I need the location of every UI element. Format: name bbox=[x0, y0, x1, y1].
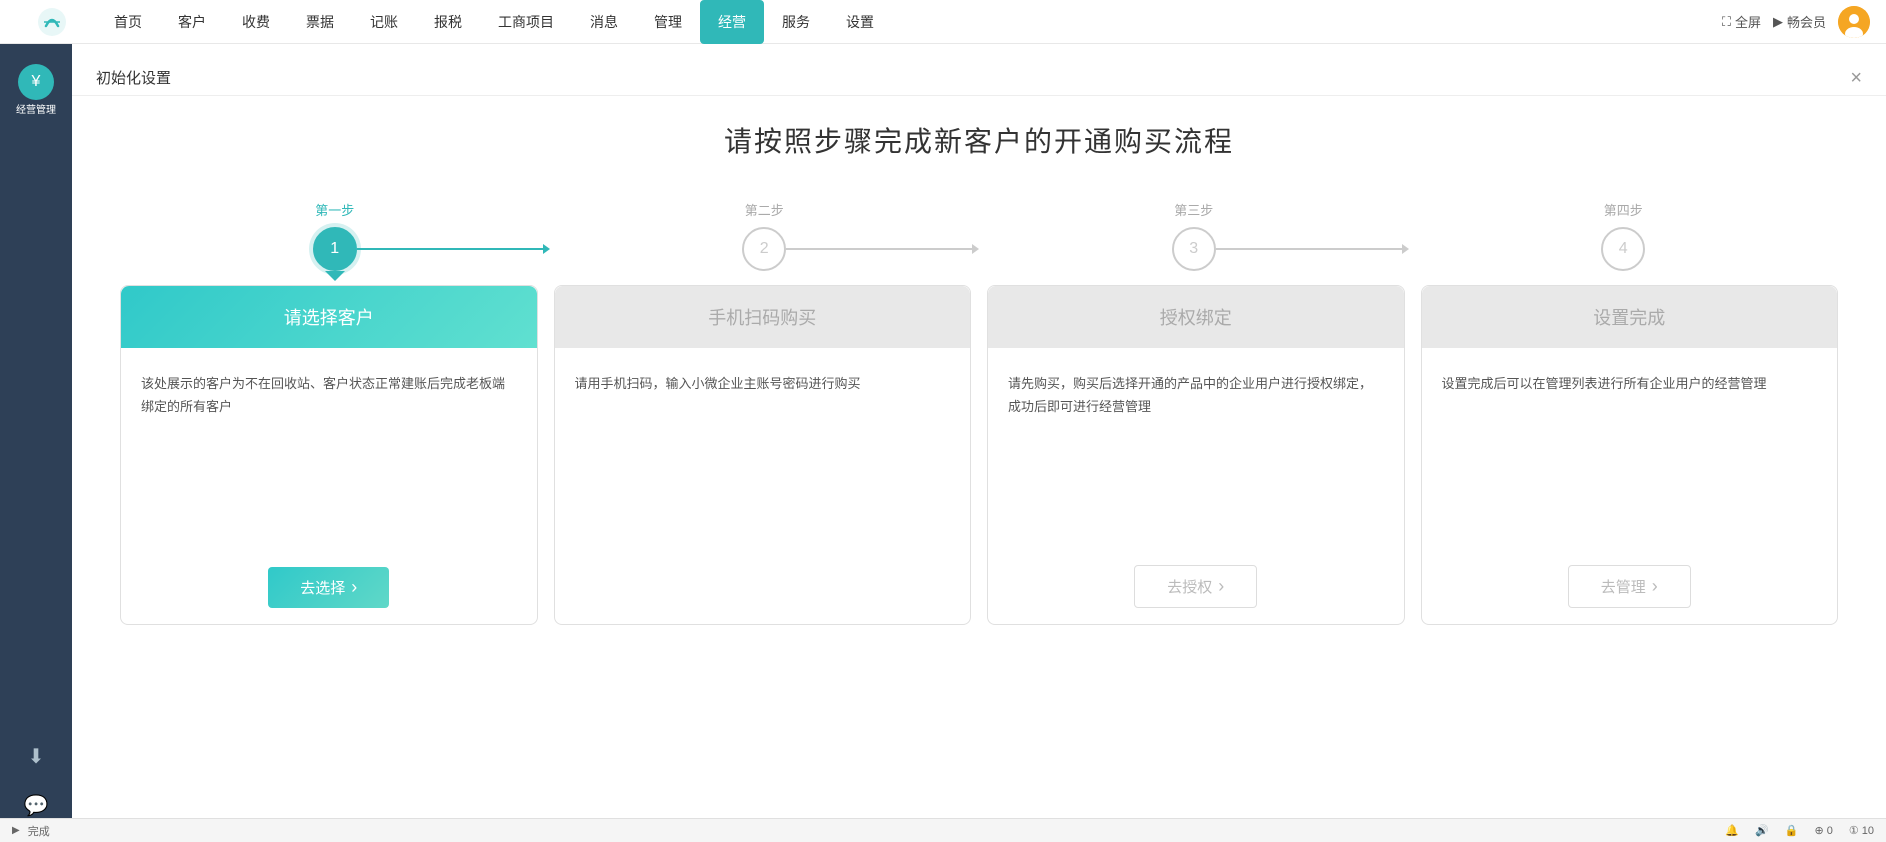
step3-card-header: 授权绑定 bbox=[988, 286, 1404, 348]
step1-circle: 1 bbox=[313, 227, 357, 271]
nav-fee[interactable]: 收费 bbox=[224, 0, 288, 44]
avatar[interactable] bbox=[1838, 6, 1870, 38]
nav-tax[interactable]: 报税 bbox=[416, 0, 480, 44]
vip-icon: ▶ bbox=[1773, 14, 1783, 30]
logo bbox=[16, 6, 88, 38]
step4-action-btn[interactable]: 去管理 › bbox=[1568, 565, 1691, 608]
step4-circle: 4 bbox=[1601, 227, 1645, 271]
cards-row: 请选择客户 该处展示的客户为不在回收站、客户状态正常建账后完成老板端绑定的所有客… bbox=[120, 285, 1838, 625]
nav-items: 首页 客户 收费 票据 记账 报税 工商项目 消息 管理 经营 服务 设置 bbox=[96, 0, 1722, 44]
step3-card-body: 请先购买，购买后选择开通的产品中的企业用户进行授权绑定，成功后即可进行经营管理 bbox=[988, 348, 1404, 549]
nav-settings[interactable]: 设置 bbox=[828, 0, 892, 44]
notify-icon: 🔔 bbox=[1725, 824, 1739, 837]
step3-action-btn[interactable]: 去授权 › bbox=[1134, 565, 1257, 608]
step1-card-footer: 去选择 › bbox=[121, 551, 537, 624]
fullscreen-btn[interactable]: ⛶ 全屏 bbox=[1722, 12, 1761, 31]
step3-circle: 3 bbox=[1172, 227, 1216, 271]
step1-card-body: 该处展示的客户为不在回收站、客户状态正常建账后完成老板端绑定的所有客户 bbox=[121, 348, 537, 551]
nav-service[interactable]: 服务 bbox=[764, 0, 828, 44]
nav-account[interactable]: 记账 bbox=[352, 0, 416, 44]
steps-section: 第一步 1 第二步 bbox=[120, 200, 1838, 625]
content-area: 请按照步骤完成新客户的开通购买流程 第一步 1 bbox=[72, 96, 1886, 818]
status-bar-right: 🔔 🔊 🔒 ⊕ 0 ① 10 bbox=[1725, 824, 1874, 837]
play-icon[interactable]: ▶ bbox=[12, 825, 20, 836]
step2-card-header: 手机扫码购买 bbox=[555, 286, 971, 348]
operation-icon: ¥ bbox=[18, 64, 54, 100]
page-header: 初始化设置 × bbox=[72, 44, 1886, 96]
step3-label: 第三步 bbox=[1154, 200, 1234, 219]
step1-action-btn[interactable]: 去选择 › bbox=[268, 567, 389, 608]
vip-btn[interactable]: ▶ 畅会员 bbox=[1773, 12, 1826, 31]
main-title: 请按照步骤完成新客户的开通购买流程 bbox=[724, 120, 1234, 160]
step4-card-header: 设置完成 bbox=[1422, 286, 1838, 348]
step4-card-body: 设置完成后可以在管理列表进行所有企业用户的经营管理 bbox=[1422, 348, 1838, 549]
step4-btn-arrow: › bbox=[1652, 576, 1658, 597]
volume-icon: 🔊 bbox=[1755, 824, 1769, 837]
step1-card-header: 请选择客户 bbox=[121, 286, 537, 348]
status-bar: ▶ 完成 🔔 🔊 🔒 ⊕ 0 ① 10 bbox=[0, 818, 1886, 842]
nav-operation[interactable]: 经营 bbox=[700, 0, 764, 44]
step4-card: 设置完成 设置完成后可以在管理列表进行所有企业用户的经营管理 去管理 › bbox=[1421, 285, 1839, 625]
step3-card: 授权绑定 请先购买，购买后选择开通的产品中的企业用户进行授权绑定，成功后即可进行… bbox=[987, 285, 1405, 625]
nav-customer[interactable]: 客户 bbox=[160, 0, 224, 44]
main-area: 初始化设置 × 请按照步骤完成新客户的开通购买流程 第一步 1 bbox=[72, 44, 1886, 818]
nav-right: ⛶ 全屏 ▶ 畅会员 bbox=[1722, 6, 1870, 38]
sidebar-item-operation[interactable]: ¥ 经营管理 bbox=[0, 52, 72, 129]
step2-card-body: 请用手机扫码，输入小微企业主账号密码进行购买 bbox=[555, 348, 971, 592]
download-icon[interactable]: ⬇ bbox=[20, 736, 53, 777]
step4-card-footer: 去管理 › bbox=[1422, 549, 1838, 624]
status-text: 完成 bbox=[28, 823, 50, 839]
nav-manage[interactable]: 管理 bbox=[636, 0, 700, 44]
step1-pointer bbox=[325, 271, 345, 281]
count-ten: ① 10 bbox=[1849, 824, 1874, 837]
step1-btn-arrow: › bbox=[351, 577, 357, 598]
count-zero: ⊕ 0 bbox=[1814, 824, 1832, 837]
step4-label: 第四步 bbox=[1583, 200, 1663, 219]
step2-label: 第二步 bbox=[724, 200, 804, 219]
top-nav: 首页 客户 收费 票据 记账 报税 工商项目 消息 管理 经营 服务 设置 ⛶ … bbox=[0, 0, 1886, 44]
page-title: 初始化设置 bbox=[96, 67, 171, 88]
close-button[interactable]: × bbox=[1850, 68, 1862, 88]
step1-card: 请选择客户 该处展示的客户为不在回收站、客户状态正常建账后完成老板端绑定的所有客… bbox=[120, 285, 538, 625]
step1-label: 第一步 bbox=[295, 200, 375, 219]
lock-icon: 🔒 bbox=[1785, 824, 1799, 837]
nav-message[interactable]: 消息 bbox=[572, 0, 636, 44]
fullscreen-icon: ⛶ bbox=[1722, 14, 1731, 30]
step2-card: 手机扫码购买 请用手机扫码，输入小微企业主账号密码进行购买 bbox=[554, 285, 972, 625]
nav-home[interactable]: 首页 bbox=[96, 0, 160, 44]
sidebar: ¥ 经营管理 ⬇ 💬 bbox=[0, 44, 72, 842]
nav-business[interactable]: 工商项目 bbox=[480, 0, 572, 44]
step2-card-footer bbox=[555, 592, 971, 624]
step3-btn-arrow: › bbox=[1218, 576, 1224, 597]
nav-bill[interactable]: 票据 bbox=[288, 0, 352, 44]
step2-circle: 2 bbox=[742, 227, 786, 271]
step3-card-footer: 去授权 › bbox=[988, 549, 1404, 624]
sidebar-bottom: ⬇ 💬 bbox=[16, 736, 57, 826]
